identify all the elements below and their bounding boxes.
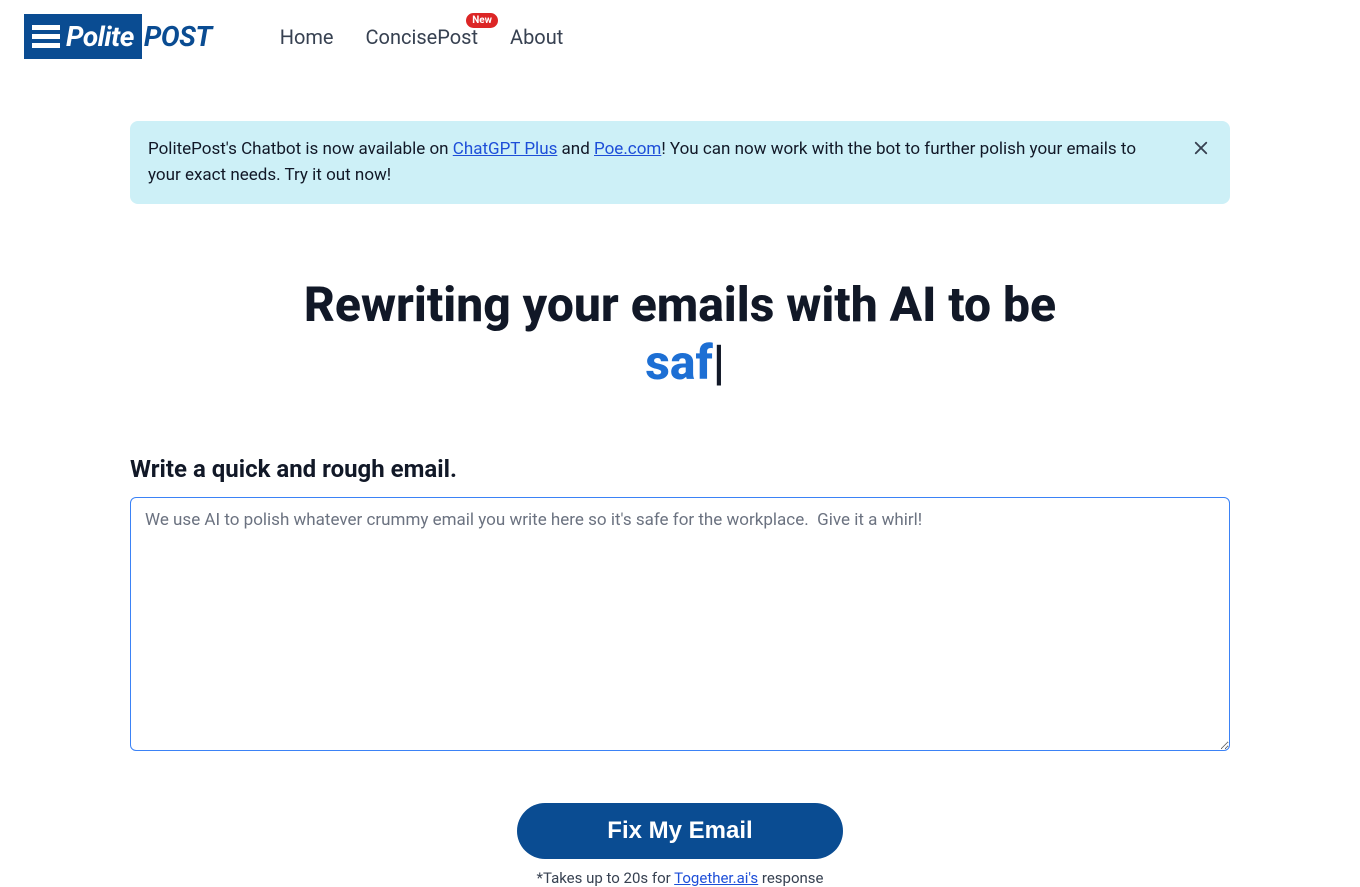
alert-mid: and — [557, 139, 594, 159]
hamburger-icon — [32, 25, 60, 48]
disclaimer-suffix: response — [758, 869, 823, 887]
alert-close-button[interactable] — [1190, 137, 1212, 162]
hero-line1: Rewriting your emails with AI to be — [304, 276, 1056, 333]
action-area: Fix My Email *Takes up to 20s for Togeth… — [130, 803, 1230, 887]
link-poe[interactable]: Poe.com — [594, 139, 661, 159]
textarea-label: Write a quick and rough email. — [130, 455, 1230, 483]
close-icon — [1192, 139, 1210, 157]
navbar: Polite POST Home ConcisePost New About — [0, 0, 1360, 73]
hero-heading: Rewriting your emails with AI to be saf| — [130, 276, 1230, 391]
hero-animated-word: saf — [645, 334, 713, 391]
disclaimer: *Takes up to 20s for Together.ai's respo… — [130, 869, 1230, 887]
hero: Rewriting your emails with AI to be saf| — [130, 276, 1230, 391]
logo-text-post: POST — [144, 20, 212, 53]
logo-text-polite: Polite — [66, 20, 134, 53]
nav-about[interactable]: About — [510, 25, 563, 49]
main-container: PolitePost's Chatbot is now available on… — [110, 121, 1250, 887]
nav-home[interactable]: Home — [280, 25, 334, 49]
disclaimer-prefix: *Takes up to 20s for — [536, 869, 674, 887]
fix-email-button[interactable]: Fix My Email — [517, 803, 842, 859]
link-together-ai[interactable]: Together.ai's — [674, 869, 758, 887]
email-input[interactable] — [130, 497, 1230, 751]
link-chatgpt[interactable]: ChatGPT Plus — [453, 139, 558, 159]
alert-text: PolitePost's Chatbot is now available on… — [148, 137, 1170, 188]
nav-links: Home ConcisePost New About — [280, 25, 564, 49]
info-alert: PolitePost's Chatbot is now available on… — [130, 121, 1230, 204]
logo-link[interactable]: Polite POST — [24, 14, 212, 59]
nav-concise[interactable]: ConcisePost New — [366, 25, 479, 49]
typing-cursor: | — [713, 334, 715, 392]
logo-mark: Polite — [24, 14, 142, 59]
badge-new: New — [466, 13, 498, 28]
nav-concise-label: ConcisePost — [366, 25, 479, 49]
alert-prefix: PolitePost's Chatbot is now available on — [148, 139, 453, 159]
